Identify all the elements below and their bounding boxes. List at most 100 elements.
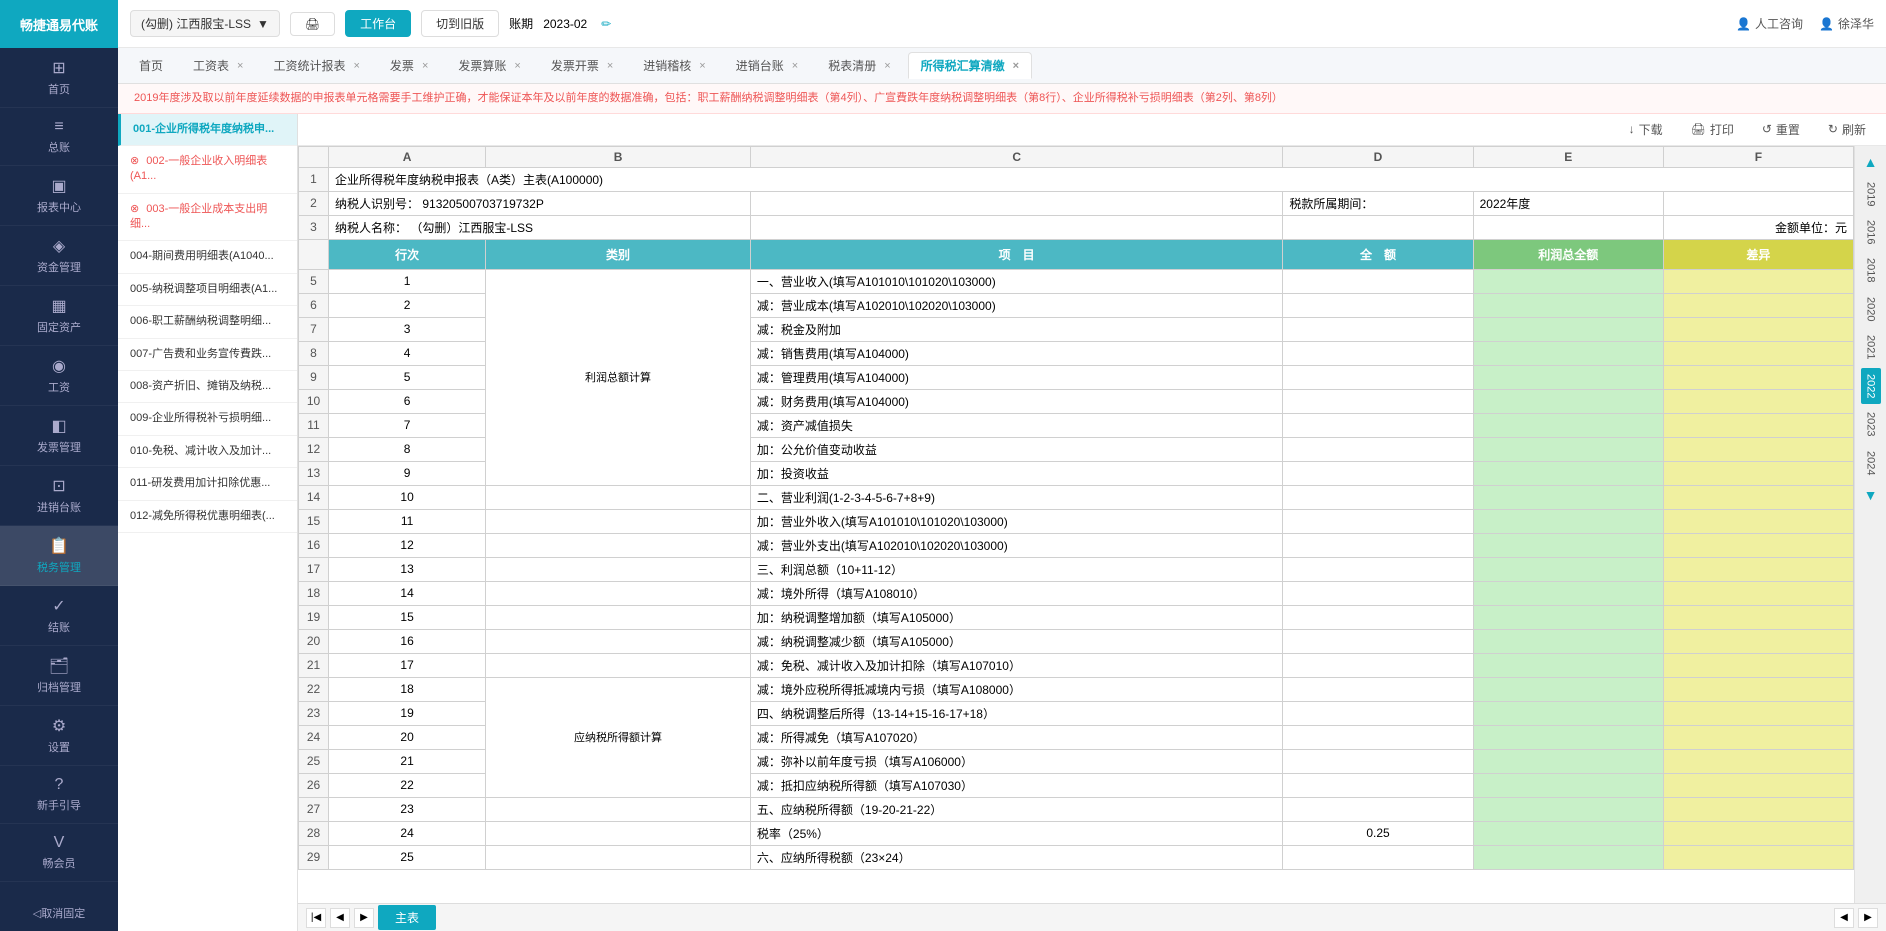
switch-version-button[interactable]: 切到旧版 (421, 10, 499, 37)
empty-cell (1283, 215, 1473, 239)
year-item-2021[interactable]: 2021 (1861, 329, 1881, 365)
table-row: 1 企业所得税年度纳税申报表（A类）主表(A100000) (299, 167, 1854, 191)
item-011-label: 011-研发费用加计扣除优惠... (130, 477, 270, 489)
ledger-icon: ≡ (54, 118, 63, 136)
tab-tax-calc-close[interactable]: × (1013, 60, 1019, 72)
left-panel-item-001[interactable]: 001-企业所得税年度纳税申... (118, 114, 297, 146)
col-f-header: F (1663, 146, 1853, 167)
tab-tax-clearance-close[interactable]: × (884, 60, 890, 72)
sidebar-item-ledger[interactable]: ≡ 总账 (0, 108, 118, 166)
alert-text: 2019年度涉及取以前年度延续数据的申报表单元格需要手工维护正确，才能保证本年及… (134, 92, 1283, 104)
table-row: 19 15 加：纳税调整增加额（填写A105000） (299, 605, 1854, 629)
tab-purchase-check-close[interactable]: × (699, 60, 705, 72)
tab-payroll-stats-close[interactable]: × (353, 60, 359, 72)
sidebar-item-label: 资金管理 (37, 259, 81, 275)
year-item-2023[interactable]: 2023 (1861, 406, 1881, 442)
sidebar-item-invoice-mgmt[interactable]: ◧ 发票管理 (0, 406, 118, 466)
print-button[interactable]: 🖨 打印 (1683, 118, 1742, 141)
reset-button[interactable]: ↺ 重置 (1754, 118, 1808, 141)
sidebar-item-purchase[interactable]: ⊡ 进销台账 (0, 466, 118, 526)
tab-payroll[interactable]: 工资表 × (180, 52, 256, 79)
tab-payroll-close[interactable]: × (237, 60, 243, 72)
left-panel-item-010[interactable]: 010-免税、减计收入及加计... (118, 436, 297, 468)
left-panel-item-008[interactable]: 008-资产折旧、摊销及纳税... (118, 371, 297, 403)
tab-tax-clearance[interactable]: 税表清册 × (815, 52, 903, 79)
sheet-first-btn[interactable]: |◀ (306, 908, 326, 928)
workbench-button[interactable]: 工作台 (345, 10, 411, 37)
capital-icon: ◈ (53, 236, 65, 256)
sidebar-item-tax[interactable]: 📋 税务管理 (0, 526, 118, 586)
sidebar-item-guide[interactable]: ? 新手引导 (0, 766, 118, 824)
guide-icon: ? (55, 776, 64, 794)
scroll-right-btn[interactable]: ▶ (1858, 908, 1878, 928)
scroll-left-btn[interactable]: ◀ (1834, 908, 1854, 928)
item-001-label: 001-企业所得税年度纳税申... (133, 123, 274, 135)
year-down-arrow[interactable]: ▼ (1860, 483, 1882, 507)
tab-invoice-close[interactable]: × (422, 60, 428, 72)
error-dot-icon: ⊗ (130, 155, 139, 167)
column-header-row: 行次 类别 项 目 全 额 利润总全额 差异 (299, 239, 1854, 269)
print-icon-btn[interactable]: 🖨 (290, 12, 335, 36)
year-up-arrow[interactable]: ▲ (1860, 150, 1882, 174)
company-selector[interactable]: (勾删) 江西服宝-LSS ▼ (130, 10, 280, 37)
sidebar-item-settlement[interactable]: ✓ 结账 (0, 586, 118, 646)
left-panel-item-005[interactable]: 005-纳税调整项目明细表(A1... (118, 274, 297, 306)
tax-period-label-cell: 税款所属期间： (1283, 191, 1473, 215)
year-item-2020[interactable]: 2020 (1861, 291, 1881, 327)
tab-payroll-stats[interactable]: 工资统计报表 × (260, 52, 372, 79)
user-profile[interactable]: 👤 徐泽华 (1819, 15, 1874, 32)
sheet-next-btn[interactable]: ▶ (354, 908, 374, 928)
sidebar-item-settings[interactable]: ⚙ 设置 (0, 706, 118, 766)
period-edit-icon[interactable]: ✏ (601, 17, 611, 31)
tab-tax-calc[interactable]: 所得税汇算清缴 × (908, 52, 1032, 79)
sheet-prev-btn[interactable]: ◀ (330, 908, 350, 928)
unpin-button[interactable]: ◁ 取消固定 (0, 895, 118, 931)
assets-icon: ▦ (51, 296, 66, 316)
table-row: 14 10 二、营业利润(1-2-3-4-5-6-7+8+9) (299, 485, 1854, 509)
tab-invoice-open-close[interactable]: × (607, 60, 613, 72)
sheet-tab-main[interactable]: 主表 (378, 905, 436, 930)
left-panel-item-006[interactable]: 006-职工薪酬纳税调整明细... (118, 306, 297, 338)
left-panel-item-004[interactable]: 004-期间费用明细表(A1040... (118, 241, 297, 273)
sidebar-item-label: 结账 (48, 619, 70, 635)
tab-invoice[interactable]: 发票 × (377, 52, 441, 79)
pin-icon: ◁ (33, 907, 41, 920)
table-row: 29 25 六、应纳所得税额（23×24） (299, 845, 1854, 869)
tab-purchase-ledger[interactable]: 进销台账 × (723, 52, 811, 79)
left-panel-item-011[interactable]: 011-研发费用加计扣除优惠... (118, 468, 297, 500)
sidebar-item-reports[interactable]: ▣ 报表中心 (0, 166, 118, 226)
left-panel-item-012[interactable]: 012-减免所得税优惠明细表(... (118, 501, 297, 533)
year-item-2022[interactable]: 2022 (1861, 368, 1881, 404)
year-item-2016[interactable]: 2016 (1861, 214, 1881, 250)
sidebar-item-home[interactable]: ⊞ 首页 (0, 48, 118, 108)
sidebar-item-label: 工资 (48, 379, 70, 395)
year-item-2018[interactable]: 2018 (1861, 252, 1881, 288)
tab-home[interactable]: 首页 (126, 52, 176, 79)
tab-invoice-calc-close[interactable]: × (514, 60, 520, 72)
col-c-header: C (750, 146, 1283, 167)
year-item-2019[interactable]: 2019 (1861, 176, 1881, 212)
sidebar-item-assets[interactable]: ▦ 固定资产 (0, 286, 118, 346)
tab-purchase-ledger-close[interactable]: × (792, 60, 798, 72)
sidebar-item-payroll[interactable]: ◉ 工资 (0, 346, 118, 406)
ai-consult-button[interactable]: 👤 人工咨询 (1736, 15, 1803, 32)
left-panel-item-009[interactable]: 009-企业所得税补亏损明细... (118, 403, 297, 435)
table-row: 18 14 减：境外所得（填写A108010） (299, 581, 1854, 605)
left-panel-item-002[interactable]: ⊗ 002-一般企业收入明细表(A1... (118, 146, 297, 194)
tab-purchase-check[interactable]: 进销稽核 × (630, 52, 718, 79)
left-panel-item-003[interactable]: ⊗ 003-一般企业成本支出明细... (118, 194, 297, 242)
sidebar-item-capital[interactable]: ◈ 资金管理 (0, 226, 118, 286)
sidebar-item-member[interactable]: V 畅会员 (0, 824, 118, 882)
sheet-area[interactable]: A B C D E F (298, 146, 1854, 904)
download-button[interactable]: ↓ 下载 (1621, 118, 1671, 141)
member-icon: V (54, 834, 65, 852)
left-panel-item-007[interactable]: 007-广告费和业务宣传費跌... (118, 339, 297, 371)
reports-icon: ▣ (51, 176, 66, 196)
tab-invoice-calc[interactable]: 发票算账 × (445, 52, 533, 79)
year-item-2024[interactable]: 2024 (1861, 445, 1881, 481)
tab-invoice-open[interactable]: 发票开票 × (538, 52, 626, 79)
tab-tax-calc-label: 所得税汇算清缴 (921, 57, 1005, 74)
sidebar-item-archive[interactable]: 🗂 归档管理 (0, 646, 118, 706)
sheet-toolbar: ↓ 下载 🖨 打印 ↺ 重置 ↻ 刷新 (298, 114, 1886, 146)
refresh-button[interactable]: ↻ 刷新 (1820, 118, 1874, 141)
